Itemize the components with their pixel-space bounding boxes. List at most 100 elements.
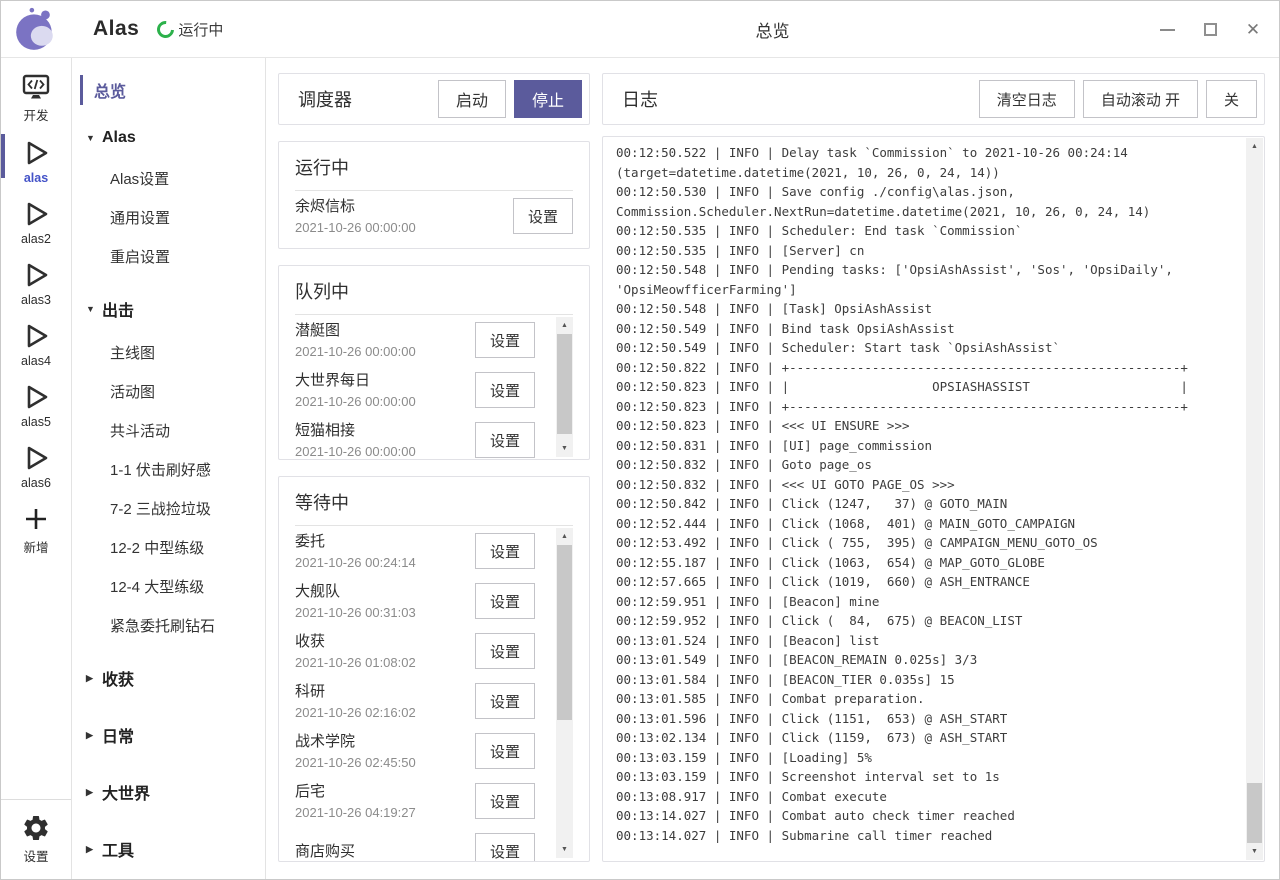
log-output[interactable]: 00:12:50.522 | INFO | Delay task `Commis… (602, 136, 1265, 862)
menu-group-收获[interactable]: ▶ 收获 (72, 654, 265, 702)
log-line: 00:12:50.823 | INFO | <<< UI ENSURE >>> (616, 416, 1228, 436)
scheduler-title: 调度器 (298, 86, 352, 112)
active-indicator (80, 75, 83, 105)
scrollbar-thumb[interactable] (557, 334, 572, 434)
instance-rail: 开发 alas alas2 alas3 alas4 alas5 alas6 新增… (1, 58, 72, 879)
menu-item-紧急委托刷钻石[interactable]: 紧急委托刷钻石 (72, 606, 265, 645)
task-settings-button[interactable]: 设置 (475, 322, 535, 358)
menu-group-大世界[interactable]: ▶ 大世界 (72, 768, 265, 816)
task-name: 余烬信标 (295, 195, 513, 218)
sidebar-item-settings[interactable]: 设置 (1, 799, 71, 879)
task-settings-button[interactable]: 设置 (475, 633, 535, 669)
start-button[interactable]: 启动 (438, 80, 506, 118)
task-settings-button[interactable]: 设置 (475, 683, 535, 719)
task-settings-button[interactable]: 设置 (475, 583, 535, 619)
task-row: 科研 2021-10-26 02:16:02 设置 (295, 676, 535, 726)
task-row: 大舰队 2021-10-26 00:31:03 设置 (295, 576, 535, 626)
menu-item-活动图[interactable]: 活动图 (72, 372, 265, 411)
play-icon (20, 442, 52, 474)
log-line: 00:12:59.951 | INFO | [Beacon] mine (616, 592, 1228, 612)
app-title: Alas (93, 17, 139, 41)
list-scrollbar[interactable]: ▲ ▼ (556, 317, 573, 457)
play-icon (20, 198, 52, 230)
task-settings-button[interactable]: 设置 (475, 733, 535, 769)
log-line: 00:12:52.444 | INFO | Click (1068, 401) … (616, 514, 1228, 534)
task-row: 委托 2021-10-26 00:24:14 设置 (295, 526, 535, 576)
log-line: 00:12:50.522 | INFO | Delay task `Commis… (616, 143, 1228, 182)
task-section: 队列中 潜艇图 2021-10-26 00:00:00 设置 大世界每日 202… (278, 265, 590, 460)
sidebar-item-overview[interactable]: 总览 (72, 72, 265, 108)
task-time: 2021-10-26 00:00:00 (295, 342, 475, 361)
minimize-icon[interactable] (1159, 22, 1175, 38)
menu-item-Alas设置[interactable]: Alas设置 (72, 159, 265, 198)
chevron-icon: ▶ (86, 730, 102, 741)
scroll-up-icon[interactable]: ▲ (556, 528, 573, 545)
menu-item-7-2 三战捡垃圾[interactable]: 7-2 三战捡垃圾 (72, 489, 265, 528)
scrollbar-thumb[interactable] (557, 545, 572, 720)
rail-item-alas4[interactable]: alas4 (1, 313, 71, 374)
menu-item-重启设置[interactable]: 重启设置 (72, 237, 265, 276)
log-line: 00:13:01.524 | INFO | [Beacon] list (616, 631, 1228, 651)
title-bar: Alas 运行中 总览 ✕ (1, 1, 1279, 58)
task-settings-button[interactable]: 设置 (513, 198, 573, 234)
task-time: 2021-10-26 01:08:02 (295, 653, 475, 672)
menu-group-日常[interactable]: ▶ 日常 (72, 711, 265, 759)
chevron-icon: ▶ (86, 787, 102, 798)
close-icon[interactable]: ✕ (1245, 22, 1261, 38)
log-column: 日志 清空日志 自动滚动 开 关 00:12:50.522 | INFO | D… (602, 58, 1279, 879)
autoscroll-off-button[interactable]: 关 (1206, 80, 1257, 118)
stop-button[interactable]: 停止 (514, 80, 582, 118)
scroll-down-icon[interactable]: ▼ (556, 440, 573, 457)
autoscroll-on-button[interactable]: 自动滚动 开 (1083, 80, 1198, 118)
task-name: 潜艇图 (295, 319, 475, 342)
task-settings-button[interactable]: 设置 (475, 783, 535, 819)
list-scrollbar[interactable]: ▲ ▼ (556, 528, 573, 858)
menu-group-出击[interactable]: ▼ 出击 (72, 285, 265, 333)
task-section: 等待中 委托 2021-10-26 00:24:14 设置 大舰队 2021-1… (278, 476, 590, 862)
menu-item-12-4 大型练级[interactable]: 12-4 大型练级 (72, 567, 265, 606)
task-name: 收获 (295, 630, 475, 653)
play-icon (20, 259, 52, 291)
rail-item-alas3[interactable]: alas3 (1, 252, 71, 313)
task-time: 2021-10-26 04:19:27 (295, 803, 475, 822)
scroll-down-icon[interactable]: ▼ (556, 841, 573, 858)
menu-group-Alas[interactable]: ▼ Alas (72, 117, 265, 159)
chevron-icon: ▼ (86, 304, 102, 314)
task-time: 2021-10-26 00:00:00 (295, 392, 475, 411)
log-line: 00:12:50.823 | INFO | +-----------------… (616, 397, 1228, 417)
task-settings-button[interactable]: 设置 (475, 833, 535, 862)
scrollbar-thumb[interactable] (1247, 783, 1262, 843)
scroll-up-icon[interactable]: ▲ (1246, 138, 1263, 155)
clear-log-button[interactable]: 清空日志 (979, 80, 1075, 118)
settings-label: 设置 (23, 846, 48, 865)
task-settings-button[interactable]: 设置 (475, 422, 535, 458)
chevron-icon: ▶ (86, 844, 102, 855)
menu-item-通用设置[interactable]: 通用设置 (72, 198, 265, 237)
rail-item-dev[interactable]: 开发 (1, 64, 71, 130)
gear-icon (20, 812, 52, 844)
window-controls: ✕ (1159, 1, 1261, 58)
rail-item-alas[interactable]: alas (1, 130, 71, 191)
menu-group-工具[interactable]: ▶ 工具 (72, 825, 265, 873)
scroll-up-icon[interactable]: ▲ (556, 317, 573, 334)
code-monitor-icon (20, 71, 52, 103)
menu-item-共斗活动[interactable]: 共斗活动 (72, 411, 265, 450)
task-list: 余烬信标 2021-10-26 00:00:00 设置 ▲ ▼ (295, 191, 573, 241)
task-row: 大世界每日 2021-10-26 00:00:00 设置 (295, 365, 535, 415)
scroll-down-icon[interactable]: ▼ (1246, 843, 1263, 860)
task-settings-button[interactable]: 设置 (475, 372, 535, 408)
menu-item-主线图[interactable]: 主线图 (72, 333, 265, 372)
section-title: 运行中 (295, 154, 573, 180)
log-line: 00:13:14.027 | INFO | Combat auto check … (616, 806, 1228, 826)
rail-item-add[interactable]: 新增 (1, 496, 71, 562)
log-line: 00:13:03.159 | INFO | [Loading] 5% (616, 748, 1228, 768)
rail-item-alas5[interactable]: alas5 (1, 374, 71, 435)
log-line: 00:12:50.548 | INFO | Pending tasks: ['O… (616, 260, 1228, 299)
rail-item-alas2[interactable]: alas2 (1, 191, 71, 252)
task-settings-button[interactable]: 设置 (475, 533, 535, 569)
maximize-icon[interactable] (1202, 22, 1218, 38)
menu-item-12-2 中型练级[interactable]: 12-2 中型练级 (72, 528, 265, 567)
menu-item-1-1 伏击刷好感[interactable]: 1-1 伏击刷好感 (72, 450, 265, 489)
log-scrollbar[interactable]: ▲ ▼ (1246, 138, 1263, 860)
rail-item-alas6[interactable]: alas6 (1, 435, 71, 496)
